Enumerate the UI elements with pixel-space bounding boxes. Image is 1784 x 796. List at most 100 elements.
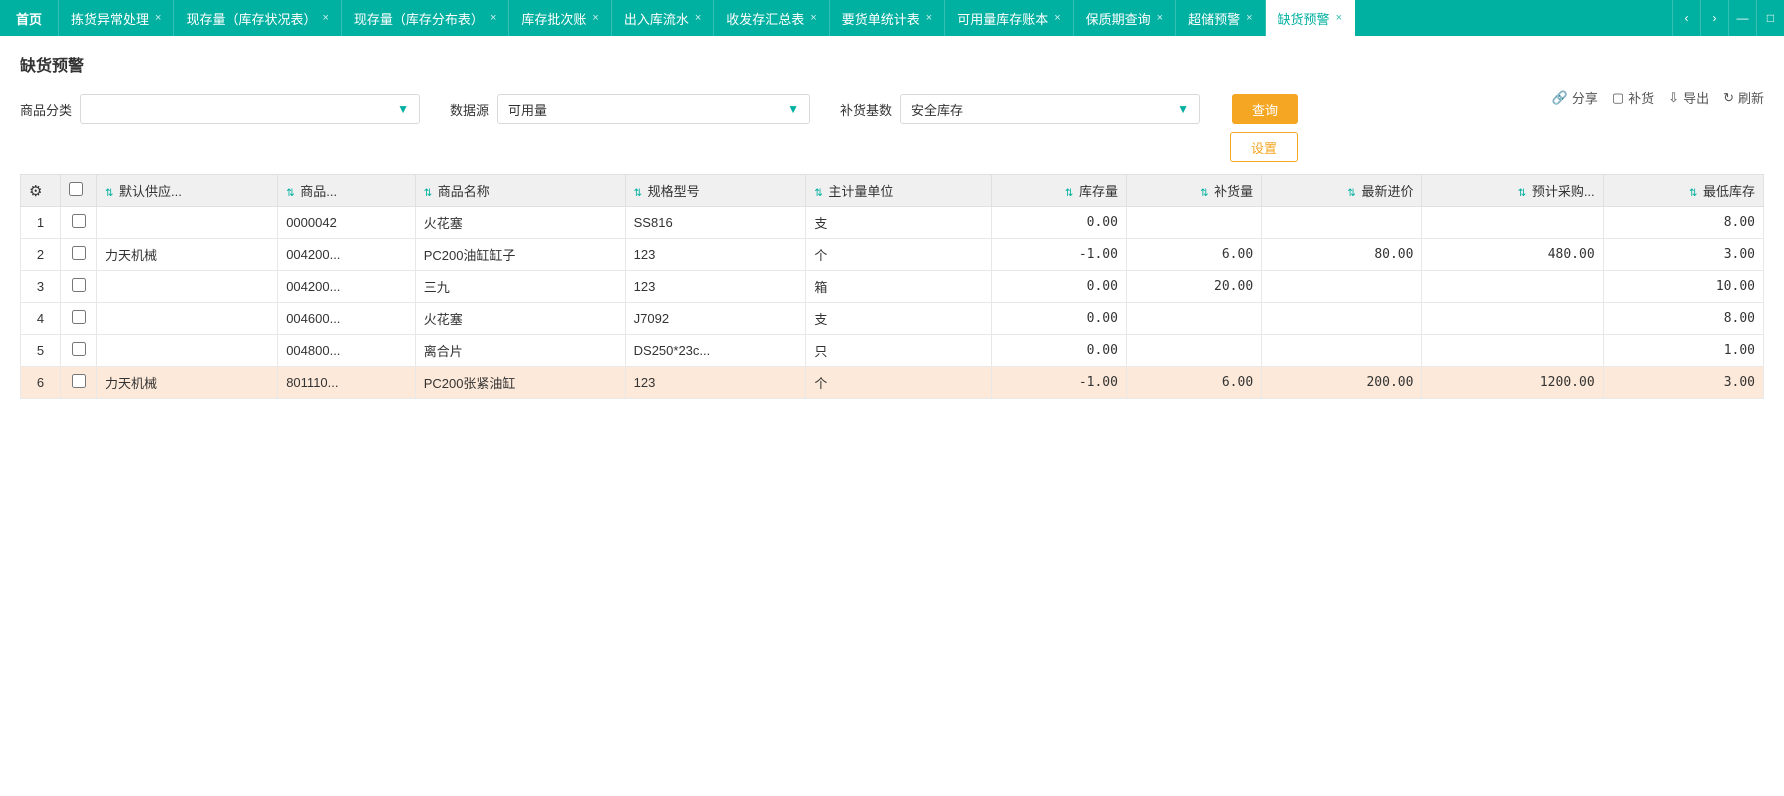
th-checkbox	[61, 175, 97, 207]
tab-available-book[interactable]: 可用量库存账本 ×	[945, 0, 1073, 36]
close-icon[interactable]: ×	[1246, 12, 1252, 24]
sort-icon: ⇅	[1065, 188, 1073, 199]
settings-button[interactable]: 设置	[1230, 132, 1298, 162]
tab-home[interactable]: 首页	[0, 0, 59, 36]
cell-stock-qty: -1.00	[991, 239, 1126, 271]
cell-restock-qty	[1126, 303, 1261, 335]
tab-overstock-warn[interactable]: 超储预警 ×	[1176, 0, 1265, 36]
cell-product-name: 三九	[415, 271, 625, 303]
tab-pick-exception[interactable]: 拣货异常处理 ×	[59, 0, 174, 36]
cell-product-name: 火花塞	[415, 303, 625, 335]
minimize-btn[interactable]: —	[1728, 0, 1756, 36]
chevron-down-icon: ▼	[787, 102, 799, 116]
refresh-icon: ↻	[1723, 90, 1734, 106]
cell-estimated-purchase	[1422, 303, 1603, 335]
th-product-name: ⇅ 商品名称	[415, 175, 625, 207]
cell-min-stock: 3.00	[1603, 239, 1763, 271]
table-row: 5004800...离合片DS250*23c...只0.001.00	[21, 335, 1764, 367]
tab-inout-flow[interactable]: 出入库流水 ×	[612, 0, 714, 36]
cell-product-code: 0000042	[278, 207, 415, 239]
tab-inventory-status[interactable]: 现存量（库存状况表） ×	[174, 0, 341, 36]
cell-min-stock: 10.00	[1603, 271, 1763, 303]
data-table: ⚙ ⇅ 默认供应... ⇅ 商品... ⇅ 商品名称 ⇅	[20, 174, 1764, 399]
th-settings: ⚙	[21, 175, 61, 207]
th-spec: ⇅ 规格型号	[625, 175, 806, 207]
cell-min-stock: 8.00	[1603, 303, 1763, 335]
tab-receive-summary[interactable]: 收发存汇总表 ×	[714, 0, 829, 36]
close-icon[interactable]: ×	[155, 12, 161, 24]
select-all-checkbox[interactable]	[69, 182, 83, 196]
row-checkbox	[61, 335, 97, 367]
row-number: 3	[21, 271, 61, 303]
close-icon[interactable]: ×	[1336, 12, 1342, 24]
th-min-stock: ⇅ 最低库存	[1603, 175, 1763, 207]
datasource-label: 数据源	[450, 100, 489, 119]
cell-unit: 只	[806, 335, 991, 367]
category-select[interactable]: ▼	[80, 94, 420, 124]
close-icon[interactable]: ×	[490, 12, 496, 24]
table-row: 4004600...火花塞J7092支0.008.00	[21, 303, 1764, 335]
row-checkbox	[61, 271, 97, 303]
cell-estimated-purchase: 480.00	[1422, 239, 1603, 271]
row-number: 2	[21, 239, 61, 271]
row-checkbox-input[interactable]	[72, 374, 86, 388]
close-icon[interactable]: ×	[322, 12, 328, 24]
close-icon[interactable]: ×	[926, 12, 932, 24]
sort-icon: ⇅	[634, 188, 642, 199]
nav-right-btn[interactable]: ›	[1700, 0, 1728, 36]
th-restock-qty: ⇅ 补货量	[1126, 175, 1261, 207]
cell-product-code: 004200...	[278, 239, 415, 271]
row-checkbox-input[interactable]	[72, 246, 86, 260]
cell-product-code: 801110...	[278, 367, 415, 399]
row-checkbox-input[interactable]	[72, 214, 86, 228]
sort-icon: ⇅	[1689, 188, 1697, 199]
export-button[interactable]: ⇩ 导出	[1668, 88, 1709, 107]
cell-spec: 123	[625, 271, 806, 303]
table-row: 10000042火花塞SS816支0.008.00	[21, 207, 1764, 239]
tab-expiry-query[interactable]: 保质期查询 ×	[1074, 0, 1176, 36]
refresh-button[interactable]: ↻ 刷新	[1723, 88, 1764, 107]
cell-latest-price	[1262, 271, 1422, 303]
th-estimated-purchase: ⇅ 预计采购...	[1422, 175, 1603, 207]
share-button[interactable]: 🔗 分享	[1552, 88, 1598, 107]
cell-supplier	[97, 303, 278, 335]
close-icon[interactable]: ×	[592, 12, 598, 24]
cell-estimated-purchase	[1422, 207, 1603, 239]
gear-icon[interactable]: ⚙	[29, 183, 42, 200]
cell-supplier	[97, 207, 278, 239]
tab-batch-account[interactable]: 库存批次账 ×	[509, 0, 611, 36]
cell-spec: J7092	[625, 303, 806, 335]
tab-shortage-warn[interactable]: 缺货预警 ×	[1266, 0, 1355, 36]
cell-spec: SS816	[625, 207, 806, 239]
nav-left-btn[interactable]: ‹	[1672, 0, 1700, 36]
cell-stock-qty: -1.00	[991, 367, 1126, 399]
sort-icon: ⇅	[424, 188, 432, 199]
close-icon[interactable]: ×	[695, 12, 701, 24]
sort-icon: ⇅	[105, 188, 113, 199]
action-buttons: 查询 设置	[1230, 94, 1298, 162]
th-stock-qty: ⇅ 库存量	[991, 175, 1126, 207]
restock-button[interactable]: ▢ 补货	[1612, 88, 1654, 107]
row-checkbox-input[interactable]	[72, 342, 86, 356]
row-checkbox-input[interactable]	[72, 278, 86, 292]
cell-product-name: 离合片	[415, 335, 625, 367]
cell-latest-price	[1262, 207, 1422, 239]
row-checkbox	[61, 239, 97, 271]
cell-restock-qty: 20.00	[1126, 271, 1261, 303]
restock-base-select[interactable]: 安全库存 ▼	[900, 94, 1200, 124]
close-icon[interactable]: ×	[1054, 12, 1060, 24]
tab-order-stat[interactable]: 要货单统计表 ×	[830, 0, 945, 36]
cell-latest-price: 200.00	[1262, 367, 1422, 399]
cell-estimated-purchase	[1422, 335, 1603, 367]
maximize-btn[interactable]: □	[1756, 0, 1784, 36]
restock-base-label: 补货基数	[840, 100, 892, 119]
close-icon[interactable]: ×	[810, 12, 816, 24]
cell-stock-qty: 0.00	[991, 303, 1126, 335]
cell-product-name: PC200油缸缸子	[415, 239, 625, 271]
tab-inventory-dist[interactable]: 现存量（库存分布表） ×	[342, 0, 509, 36]
datasource-select[interactable]: 可用量 ▼	[497, 94, 810, 124]
close-icon[interactable]: ×	[1157, 12, 1163, 24]
query-button[interactable]: 查询	[1232, 94, 1298, 124]
row-checkbox-input[interactable]	[72, 310, 86, 324]
th-default-supplier: ⇅ 默认供应...	[97, 175, 278, 207]
